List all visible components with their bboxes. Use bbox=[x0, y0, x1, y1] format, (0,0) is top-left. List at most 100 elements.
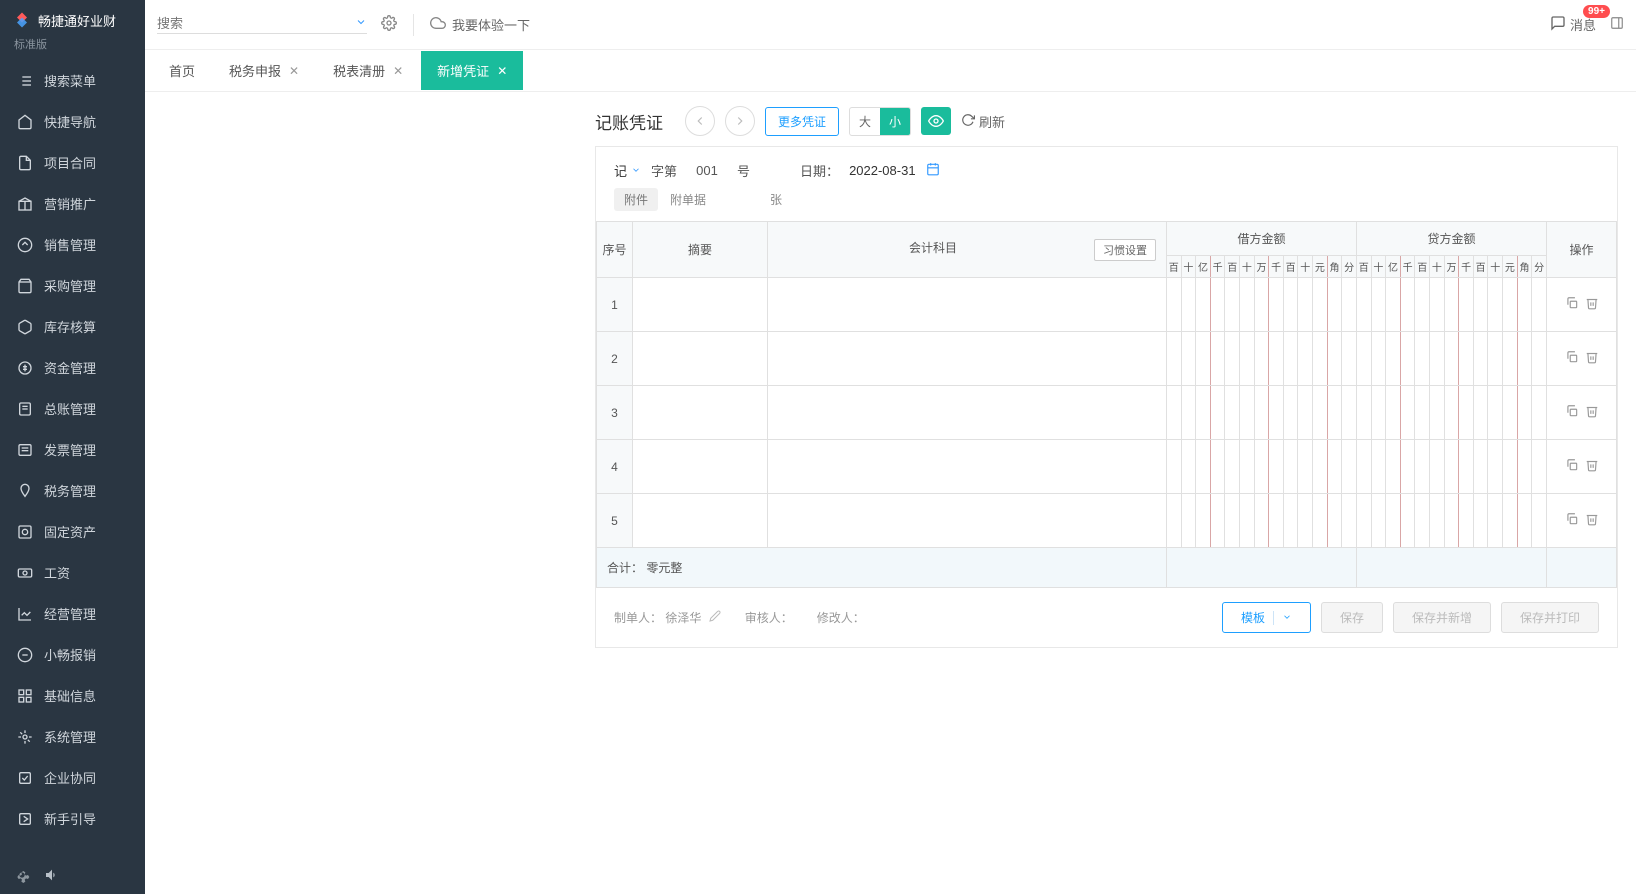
amount-digit[interactable] bbox=[1254, 386, 1269, 440]
amount-digit[interactable] bbox=[1415, 494, 1430, 548]
amount-digit[interactable] bbox=[1357, 440, 1372, 494]
amount-digit[interactable] bbox=[1167, 494, 1182, 548]
amount-digit[interactable] bbox=[1298, 332, 1313, 386]
amount-digit[interactable] bbox=[1357, 278, 1372, 332]
template-button[interactable]: 模板 bbox=[1222, 602, 1311, 633]
amount-digit[interactable] bbox=[1517, 386, 1532, 440]
amount-digit[interactable] bbox=[1181, 494, 1196, 548]
amount-digit[interactable] bbox=[1517, 494, 1532, 548]
sidebar-item-15[interactable]: 基础信息 bbox=[0, 675, 145, 716]
summary-cell[interactable] bbox=[633, 494, 768, 548]
prev-voucher-button[interactable] bbox=[685, 106, 715, 136]
amount-digit[interactable] bbox=[1240, 332, 1255, 386]
amount-digit[interactable] bbox=[1517, 440, 1532, 494]
copy-icon[interactable] bbox=[1565, 515, 1579, 529]
amount-digit[interactable] bbox=[1283, 440, 1298, 494]
amount-digit[interactable] bbox=[1488, 440, 1503, 494]
amount-digit[interactable] bbox=[1415, 332, 1430, 386]
amount-digit[interactable] bbox=[1327, 278, 1342, 332]
amount-digit[interactable] bbox=[1283, 278, 1298, 332]
amount-digit[interactable] bbox=[1342, 386, 1357, 440]
sidebar-item-9[interactable]: 发票管理 bbox=[0, 429, 145, 470]
amount-digit[interactable] bbox=[1327, 386, 1342, 440]
amount-digit[interactable] bbox=[1181, 440, 1196, 494]
amount-digit[interactable] bbox=[1503, 386, 1518, 440]
amount-digit[interactable] bbox=[1196, 332, 1211, 386]
amount-digit[interactable] bbox=[1342, 332, 1357, 386]
amount-digit[interactable] bbox=[1386, 386, 1401, 440]
tab-3[interactable]: 新增凭证✕ bbox=[421, 51, 523, 90]
summary-input[interactable] bbox=[633, 279, 767, 327]
amount-digit[interactable] bbox=[1254, 494, 1269, 548]
save-and-new-button[interactable]: 保存并新增 bbox=[1393, 602, 1491, 633]
amount-digit[interactable] bbox=[1254, 332, 1269, 386]
close-icon[interactable]: ✕ bbox=[393, 64, 403, 78]
size-large-option[interactable]: 大 bbox=[850, 108, 880, 135]
amount-digit[interactable] bbox=[1532, 440, 1547, 494]
amount-digit[interactable] bbox=[1415, 386, 1430, 440]
amount-digit[interactable] bbox=[1181, 332, 1196, 386]
amount-digit[interactable] bbox=[1400, 440, 1415, 494]
amount-digit[interactable] bbox=[1298, 440, 1313, 494]
subject-cell[interactable] bbox=[768, 440, 1167, 494]
sidebar-item-6[interactable]: 库存核算 bbox=[0, 306, 145, 347]
delete-icon[interactable] bbox=[1585, 299, 1599, 313]
amount-digit[interactable] bbox=[1371, 440, 1386, 494]
size-small-option[interactable]: 小 bbox=[880, 108, 910, 135]
voucher-number[interactable]: 001 bbox=[687, 163, 727, 179]
amount-digit[interactable] bbox=[1298, 386, 1313, 440]
amount-digit[interactable] bbox=[1517, 278, 1532, 332]
amount-digit[interactable] bbox=[1313, 278, 1328, 332]
amount-digit[interactable] bbox=[1357, 494, 1372, 548]
amount-digit[interactable] bbox=[1517, 332, 1532, 386]
amount-digit[interactable] bbox=[1430, 494, 1445, 548]
date-value[interactable]: 2022-08-31 bbox=[849, 163, 916, 178]
sidebar-item-17[interactable]: 企业协同 bbox=[0, 757, 145, 798]
amount-digit[interactable] bbox=[1357, 332, 1372, 386]
preview-button[interactable] bbox=[921, 107, 951, 135]
amount-digit[interactable] bbox=[1181, 386, 1196, 440]
amount-digit[interactable] bbox=[1473, 440, 1488, 494]
amount-digit[interactable] bbox=[1473, 386, 1488, 440]
amount-digit[interactable] bbox=[1459, 332, 1474, 386]
amount-digit[interactable] bbox=[1400, 494, 1415, 548]
amount-digit[interactable] bbox=[1269, 440, 1284, 494]
chevron-down-icon[interactable] bbox=[355, 16, 367, 31]
amount-digit[interactable] bbox=[1167, 440, 1182, 494]
habit-settings-button[interactable]: 习惯设置 bbox=[1094, 239, 1156, 261]
sidebar-item-11[interactable]: 固定资产 bbox=[0, 511, 145, 552]
sidebar-item-3[interactable]: 营销推广 bbox=[0, 183, 145, 224]
tab-1[interactable]: 税务申报✕ bbox=[213, 51, 315, 90]
amount-digit[interactable] bbox=[1240, 440, 1255, 494]
copy-icon[interactable] bbox=[1565, 461, 1579, 475]
amount-digit[interactable] bbox=[1167, 386, 1182, 440]
subject-cell[interactable] bbox=[768, 494, 1167, 548]
amount-digit[interactable] bbox=[1327, 440, 1342, 494]
voucher-type-select[interactable]: 记 bbox=[614, 161, 641, 180]
close-icon[interactable]: ✕ bbox=[497, 64, 507, 78]
amount-digit[interactable] bbox=[1430, 386, 1445, 440]
settings-icon[interactable] bbox=[14, 867, 30, 886]
summary-cell[interactable] bbox=[633, 332, 768, 386]
amount-digit[interactable] bbox=[1444, 332, 1459, 386]
copy-icon[interactable] bbox=[1565, 353, 1579, 367]
amount-digit[interactable] bbox=[1225, 440, 1240, 494]
save-and-print-button[interactable]: 保存并打印 bbox=[1501, 602, 1599, 633]
amount-digit[interactable] bbox=[1196, 386, 1211, 440]
amount-digit[interactable] bbox=[1371, 278, 1386, 332]
amount-digit[interactable] bbox=[1503, 332, 1518, 386]
attach-pill[interactable]: 附件 bbox=[614, 188, 658, 211]
amount-digit[interactable] bbox=[1210, 494, 1225, 548]
sidebar-item-12[interactable]: 工资 bbox=[0, 552, 145, 593]
amount-digit[interactable] bbox=[1386, 332, 1401, 386]
amount-digit[interactable] bbox=[1386, 278, 1401, 332]
next-voucher-button[interactable] bbox=[725, 106, 755, 136]
delete-icon[interactable] bbox=[1585, 515, 1599, 529]
amount-digit[interactable] bbox=[1444, 494, 1459, 548]
amount-digit[interactable] bbox=[1444, 386, 1459, 440]
amount-digit[interactable] bbox=[1400, 386, 1415, 440]
more-vouchers-button[interactable]: 更多凭证 bbox=[765, 107, 839, 136]
amount-digit[interactable] bbox=[1327, 494, 1342, 548]
amount-digit[interactable] bbox=[1371, 386, 1386, 440]
amount-digit[interactable] bbox=[1298, 494, 1313, 548]
